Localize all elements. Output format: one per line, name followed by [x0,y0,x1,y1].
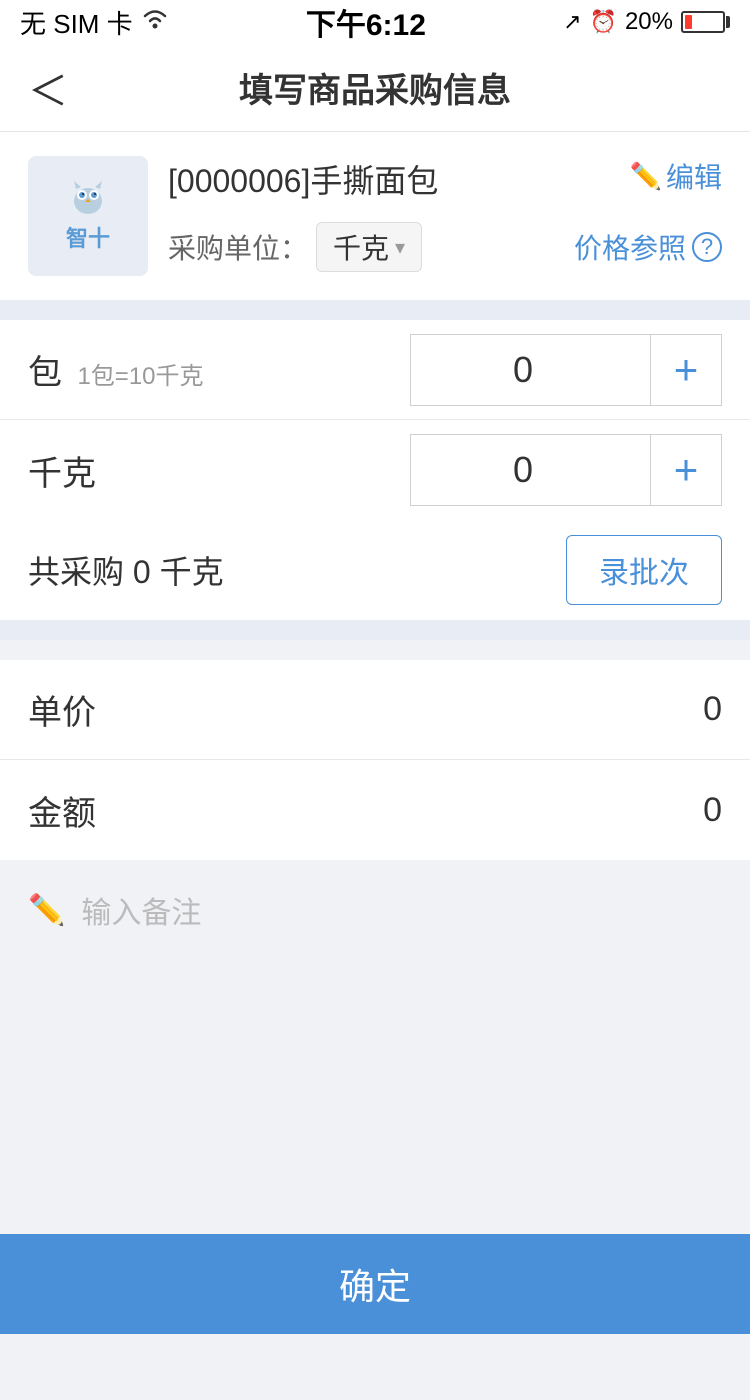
location-icon: ↗ [563,9,581,35]
question-icon: ? [692,232,722,262]
product-info: [0000006]手撕面包 ✏️ 编辑 采购单位： 千克 ▾ 价格参照 ? [168,156,722,272]
nav-bar: ＜ 填写商品采购信息 [0,44,750,132]
edit-icon: ✏️ [630,161,662,192]
bag-input[interactable] [410,334,650,406]
batch-button[interactable]: 录批次 [566,535,722,605]
amount-row: 金额 0 [0,760,750,860]
pencil-icon: ✏️ [28,893,65,928]
confirm-label: 确定 [339,1258,411,1310]
status-left: 无 SIM 卡 [20,4,169,41]
alarm-icon: ⏰ [590,9,617,35]
bag-sublabel: 1包=10千克 [77,363,203,390]
bag-plus-button[interactable]: + [650,334,722,406]
product-name: [0000006]手撕面包 [168,156,438,202]
product-thumbnail: 智十 [28,156,148,276]
battery-icon [681,11,730,33]
back-button[interactable]: ＜ [28,59,68,117]
status-time: 下午6:12 [306,0,426,44]
section-divider-2 [0,620,750,640]
unit-label: 采购单位： 千克 ▾ [168,222,422,272]
confirm-button[interactable]: 确定 [0,1234,750,1334]
product-card: 智十 [0000006]手撕面包 ✏️ 编辑 采购单位： 千克 ▾ [0,132,750,300]
section-divider-1 [0,300,750,320]
kg-input[interactable] [410,434,650,506]
page-title: 填写商品采购信息 [239,63,511,112]
sim-label: 无 SIM 卡 [20,4,133,41]
bag-label: 包 1包=10千克 [28,345,410,394]
total-label: 共采购 0 千克 [28,547,224,593]
unit-select[interactable]: 千克 ▾ [316,222,422,272]
kg-input-wrap: + [410,434,722,506]
note-section[interactable]: ✏️ 输入备注 [0,860,750,960]
unit-price-row: 单价 0 [0,660,750,760]
note-placeholder: 输入备注 [81,888,201,932]
unit-price-value: 0 [703,690,722,729]
kg-plus-button[interactable]: + [650,434,722,506]
chevron-down-icon: ▾ [395,235,405,260]
kg-input-row: 千克 + [0,420,750,520]
bag-input-wrap: + [410,334,722,406]
input-section: 包 1包=10千克 + 千克 + [0,320,750,520]
amount-label: 金额 [28,786,96,835]
status-bar: 无 SIM 卡 下午6:12 ↗ ⏰ 20% [0,0,750,44]
status-right: ↗ ⏰ 20% [563,8,730,36]
price-ref-button[interactable]: 价格参照 ? [574,227,722,267]
info-section: 单价 0 金额 0 [0,660,750,860]
kg-label: 千克 [28,446,410,495]
battery-percent: 20% [625,8,673,36]
total-row: 共采购 0 千克 录批次 [0,520,750,620]
bag-input-row: 包 1包=10千克 + [0,320,750,420]
amount-value: 0 [703,791,722,830]
unit-price-label: 单价 [28,685,96,734]
owl-brand-text: 智十 [66,221,110,253]
wifi-icon [141,8,169,36]
edit-button[interactable]: ✏️ 编辑 [630,156,722,196]
